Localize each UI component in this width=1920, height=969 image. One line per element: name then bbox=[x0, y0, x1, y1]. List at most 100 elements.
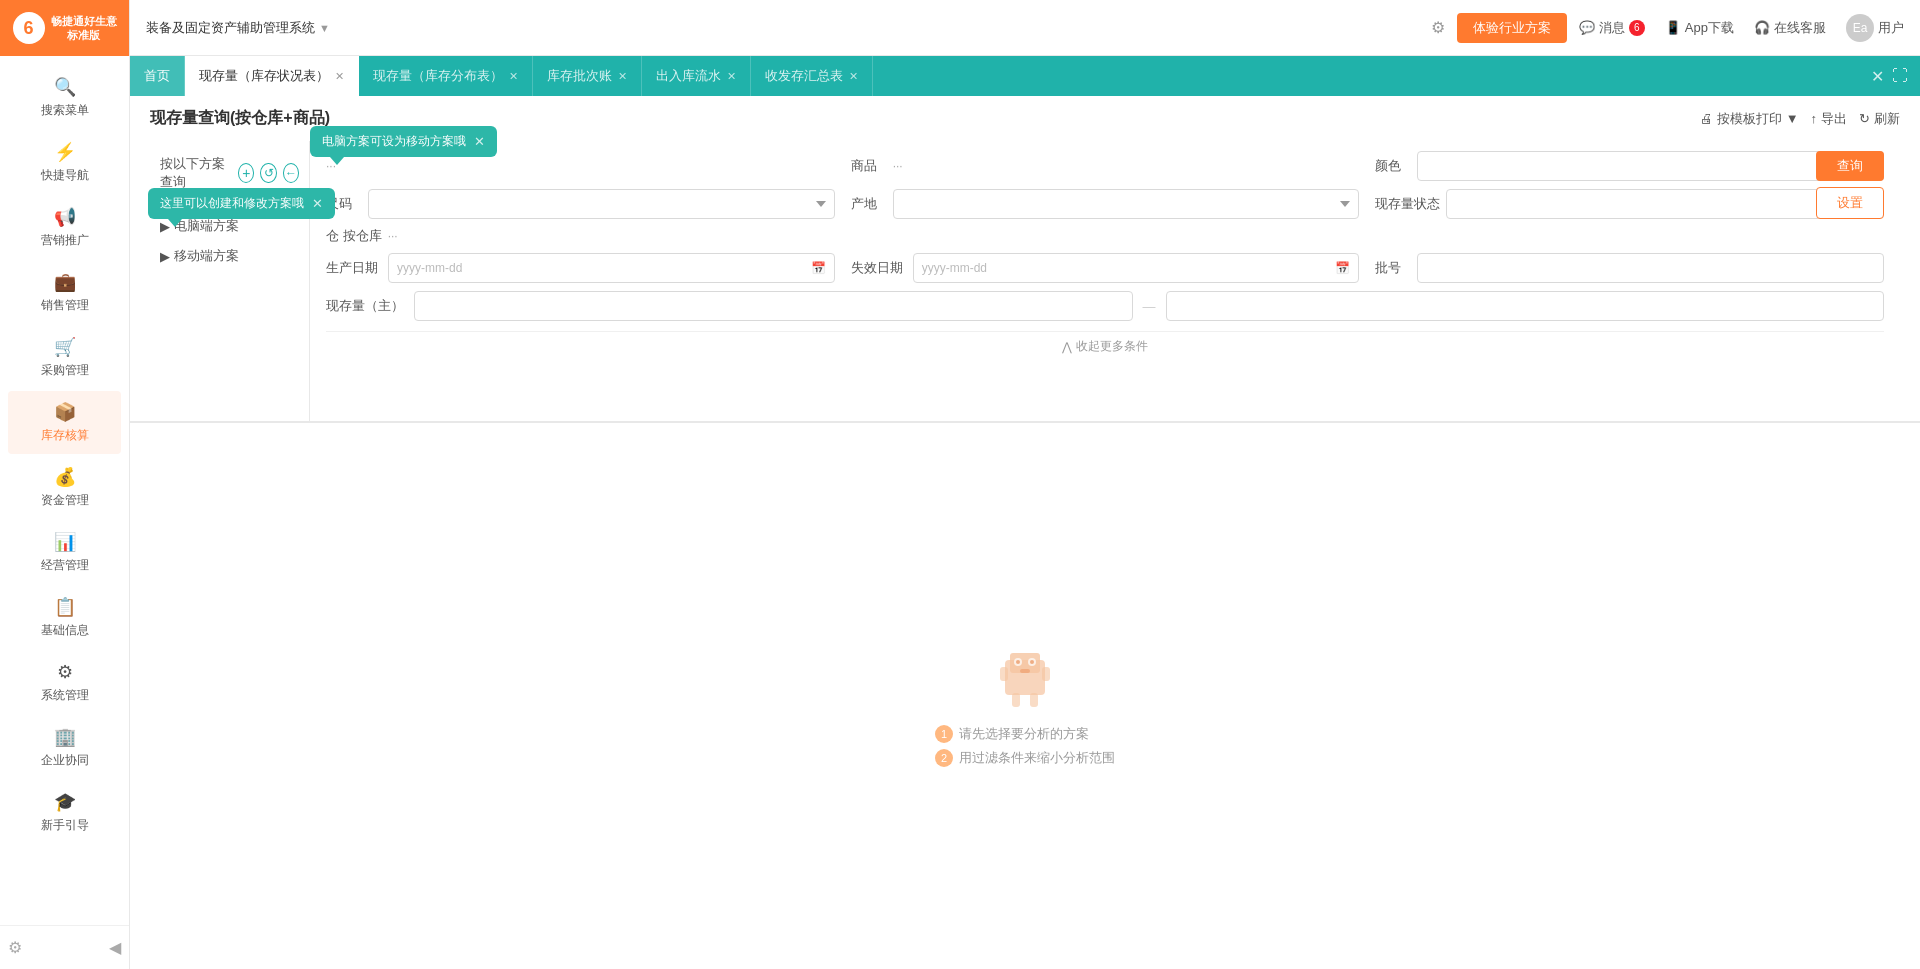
online-service-item[interactable]: 🎧 在线客服 bbox=[1754, 19, 1826, 37]
sidebar-item-purchase[interactable]: 🛒 采购管理 bbox=[8, 326, 121, 389]
tab-home[interactable]: 首页 bbox=[130, 56, 185, 96]
filter-row-3: 仓 按仓库 ··· bbox=[326, 227, 1884, 245]
back-scheme-button[interactable]: ← bbox=[283, 163, 299, 183]
tab-close-icon[interactable]: ✕ bbox=[335, 70, 344, 83]
headset-icon: 🎧 bbox=[1754, 20, 1770, 35]
sidebar-item-label: 营销推广 bbox=[41, 232, 89, 249]
tooltip-create-text: 这里可以创建和修改方案哦 bbox=[160, 195, 304, 212]
topbar-settings-icon[interactable]: ⚙ bbox=[1431, 18, 1445, 37]
scheme-item-mobile[interactable]: ▶ 移动端方案 bbox=[150, 243, 309, 269]
sidebar-item-label: 基础信息 bbox=[41, 622, 89, 639]
tip-text-2: 用过滤条件来缩小分析范围 bbox=[959, 749, 1115, 767]
tooltip-desktop-box: 电脑方案可设为移动方案哦 ✕ bbox=[310, 126, 497, 157]
sidebar-item-basic[interactable]: 📋 基础信息 bbox=[8, 586, 121, 649]
sidebar-item-label: 新手引导 bbox=[41, 817, 89, 834]
content-area: 现存量查询(按仓库+商品) 🖨 按模板打印 ▼ ↑ 导出 ↻ 刷新 bbox=[130, 96, 1920, 969]
tab-inventory-dist[interactable]: 现存量（库存分布表） ✕ bbox=[359, 56, 533, 96]
export-button[interactable]: ↑ 导出 bbox=[1811, 110, 1848, 128]
sidebar-item-label: 搜索菜单 bbox=[41, 102, 89, 119]
size-select[interactable] bbox=[368, 189, 835, 219]
sidebar-item-search[interactable]: 🔍 搜索菜单 bbox=[8, 66, 121, 129]
purchase-icon: 🛒 bbox=[54, 336, 76, 358]
sidebar-item-enterprise[interactable]: 🏢 企业协同 bbox=[8, 716, 121, 779]
collapse-sidebar-icon[interactable]: ◀ bbox=[109, 938, 121, 957]
sidebar-item-finance[interactable]: 💰 资金管理 bbox=[8, 456, 121, 519]
svg-point-5 bbox=[1030, 660, 1034, 664]
sidebar-item-marketing[interactable]: 📢 营销推广 bbox=[8, 196, 121, 259]
content-body: 1 请先选择要分析的方案 2 用过滤条件来缩小分析范围 bbox=[130, 422, 1920, 969]
tab-summary[interactable]: 收发存汇总表 ✕ bbox=[751, 56, 873, 96]
system-name-dropdown[interactable]: 装备及固定资产辅助管理系统 ▼ bbox=[146, 19, 330, 37]
page-title: 现存量查询(按仓库+商品) bbox=[150, 108, 330, 129]
sidebar-menu: 🔍 搜索菜单 ⚡ 快捷导航 📢 营销推广 💼 销售管理 🛒 采购管理 📦 库存核… bbox=[0, 56, 129, 925]
tab-close-icon[interactable]: ✕ bbox=[618, 70, 627, 83]
tab-inventory-status-label: 现存量（库存状况表） bbox=[199, 67, 329, 85]
query-button[interactable]: 查询 bbox=[1816, 151, 1884, 181]
tabs-bar-actions: ✕ ⛶ bbox=[1871, 56, 1920, 96]
tooltip-desktop-close[interactable]: ✕ bbox=[474, 134, 485, 149]
exp-date-input[interactable]: yyyy-mm-dd 📅 bbox=[913, 253, 1360, 283]
scheme-item-label: 电脑端方案 bbox=[174, 217, 239, 235]
stock-main-to[interactable] bbox=[1166, 291, 1885, 321]
svg-rect-8 bbox=[1042, 667, 1050, 681]
tab-fullscreen-icon[interactable]: ⛶ bbox=[1892, 67, 1908, 85]
batch-input[interactable] bbox=[1417, 253, 1884, 283]
tab-inventory-dist-label: 现存量（库存分布表） bbox=[373, 67, 503, 85]
tab-close-icon[interactable]: ✕ bbox=[509, 70, 518, 83]
tooltip-create-close[interactable]: ✕ bbox=[312, 196, 323, 211]
sidebar-item-guide[interactable]: 🎓 新手引导 bbox=[8, 781, 121, 844]
message-item[interactable]: 💬 消息 6 bbox=[1579, 19, 1645, 37]
filter-fields: ··· 商品 ··· 颜色 bbox=[310, 141, 1900, 421]
chevron-up-icon: ⋀ bbox=[1062, 340, 1072, 354]
tab-inventory-status[interactable]: 现存量（库存状况表） ✕ bbox=[185, 56, 359, 96]
reset-button[interactable]: 设置 bbox=[1816, 187, 1884, 219]
scheme-expand-icon: ▶ bbox=[160, 249, 170, 264]
refresh-button[interactable]: ↻ 刷新 bbox=[1859, 110, 1900, 128]
origin-select[interactable] bbox=[893, 189, 1360, 219]
sidebar-item-label: 经营管理 bbox=[41, 557, 89, 574]
tab-close-icon[interactable]: ✕ bbox=[849, 70, 858, 83]
tooltip-create-box: 这里可以创建和修改方案哦 ✕ bbox=[148, 188, 335, 219]
add-scheme-button[interactable]: + bbox=[238, 163, 254, 183]
refresh-scheme-button[interactable]: ↺ bbox=[260, 163, 276, 183]
print-button[interactable]: 🖨 按模板打印 ▼ bbox=[1700, 110, 1799, 128]
sidebar-item-label: 采购管理 bbox=[41, 362, 89, 379]
logo-text: 畅捷通好生意 标准版 bbox=[51, 14, 117, 43]
phone-icon: 📱 bbox=[1665, 20, 1681, 35]
search-icon: 🔍 bbox=[54, 76, 76, 98]
sidebar-logo: 6 畅捷通好生意 标准版 bbox=[0, 0, 129, 56]
sidebar-item-sales[interactable]: 💼 销售管理 bbox=[8, 261, 121, 324]
collapse-filter-button[interactable]: ⋀ 收起更多条件 bbox=[1062, 338, 1148, 355]
sidebar-item-operations[interactable]: 📊 经营管理 bbox=[8, 521, 121, 584]
trial-industry-button[interactable]: 体验行业方案 bbox=[1457, 13, 1567, 43]
user-item[interactable]: Ea 用户 bbox=[1846, 14, 1904, 42]
stock-main-from[interactable] bbox=[414, 291, 1133, 321]
product-filter: 商品 ··· bbox=[851, 157, 1360, 175]
export-label: 导出 bbox=[1821, 110, 1847, 128]
stock-status-label: 现存量状态 bbox=[1375, 195, 1440, 213]
sidebar-item-quick[interactable]: ⚡ 快捷导航 bbox=[8, 131, 121, 194]
settings-icon[interactable]: ⚙ bbox=[8, 938, 22, 957]
tab-close-all-icon[interactable]: ✕ bbox=[1871, 67, 1884, 86]
filter-row-2: 尺码 产地 现存量状态 bbox=[326, 189, 1884, 219]
empty-tips: 1 请先选择要分析的方案 2 用过滤条件来缩小分析范围 bbox=[935, 725, 1115, 767]
filter-action-buttons: 查询 设置 bbox=[1816, 151, 1884, 219]
logo-icon: 6 bbox=[13, 12, 45, 44]
sidebar-item-system[interactable]: ⚙ 系统管理 bbox=[8, 651, 121, 714]
app-download-item[interactable]: 📱 App下载 bbox=[1665, 19, 1734, 37]
tab-close-icon[interactable]: ✕ bbox=[727, 70, 736, 83]
tab-inout[interactable]: 出入库流水 ✕ bbox=[642, 56, 751, 96]
dropdown-arrow-icon: ▼ bbox=[319, 22, 330, 34]
color-select[interactable] bbox=[1417, 151, 1884, 181]
sidebar-item-inventory[interactable]: 📦 库存核算 bbox=[8, 391, 121, 454]
prod-date-input[interactable]: yyyy-mm-dd 📅 bbox=[388, 253, 835, 283]
collapse-label: 收起更多条件 bbox=[1076, 338, 1148, 355]
tip-num-2: 2 bbox=[935, 749, 953, 767]
exp-date-label: 失效日期 bbox=[851, 259, 907, 277]
empty-tip-1: 1 请先选择要分析的方案 bbox=[935, 725, 1115, 743]
system-name-label: 装备及固定资产辅助管理系统 bbox=[146, 19, 315, 37]
mobile-scheme-container: ▶ 移动端方案 bbox=[150, 243, 309, 269]
tab-batch[interactable]: 库存批次账 ✕ bbox=[533, 56, 642, 96]
page-actions: 🖨 按模板打印 ▼ ↑ 导出 ↻ 刷新 bbox=[1700, 110, 1900, 128]
stock-main-dash: — bbox=[1143, 299, 1156, 314]
